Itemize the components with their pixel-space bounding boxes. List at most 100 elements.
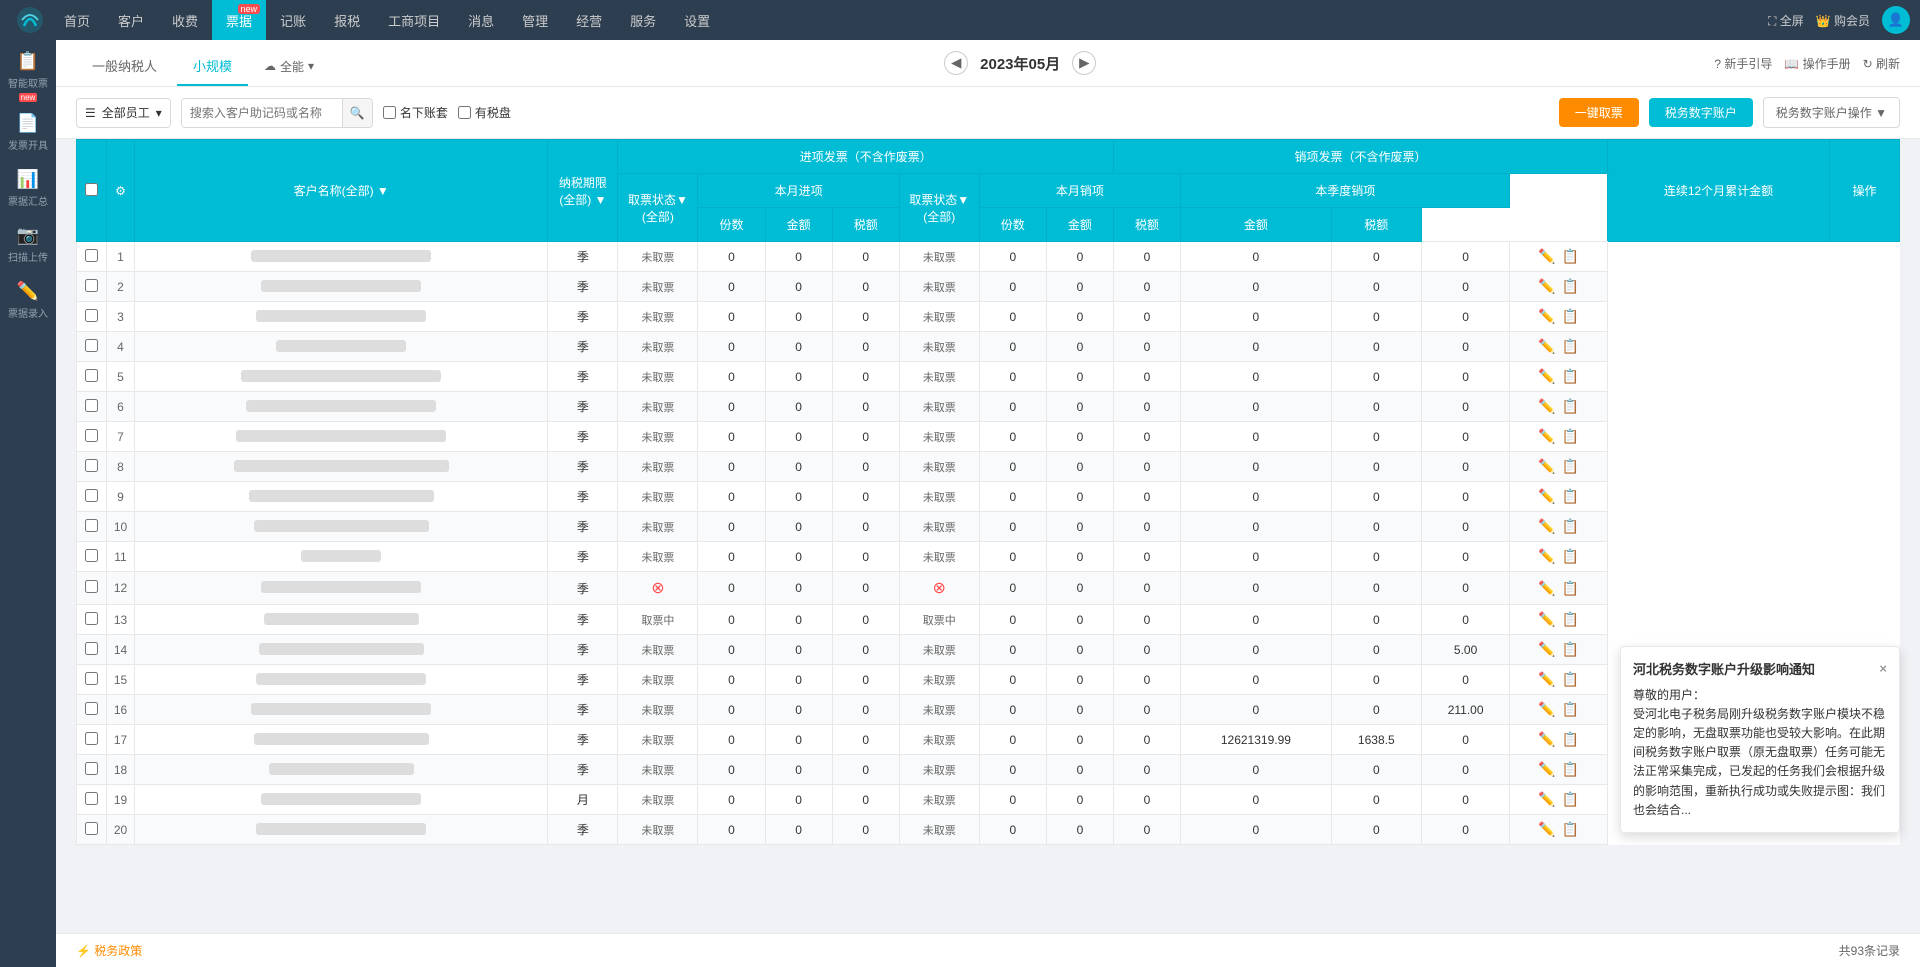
nav-ticket[interactable]: 票据 new xyxy=(212,0,266,40)
nav-industry[interactable]: 工商项目 xyxy=(374,0,454,40)
copy-icon[interactable]: 📋 xyxy=(1562,248,1579,265)
nav-settings[interactable]: 设置 xyxy=(670,0,724,40)
row-select-checkbox[interactable] xyxy=(85,549,98,562)
edit-icon[interactable]: ✏️ xyxy=(1538,611,1555,628)
th-customer-name[interactable]: 客户名称(全部) ▼ xyxy=(135,140,548,242)
copy-icon[interactable]: 📋 xyxy=(1562,791,1579,808)
edit-icon[interactable]: ✏️ xyxy=(1538,731,1555,748)
tax-digital-account-ops-btn[interactable]: 税务数字账户操作 ▼ xyxy=(1763,97,1900,128)
sidebar-item-invoice-open[interactable]: 📄 发票开具 xyxy=(0,104,56,160)
employee-filter[interactable]: ☰ 全部员工 ▾ xyxy=(76,98,171,128)
edit-icon[interactable]: ✏️ xyxy=(1538,641,1555,658)
new-guide-btn[interactable]: ? 新手引导 xyxy=(1714,55,1772,72)
search-input[interactable] xyxy=(182,106,342,120)
nav-fee[interactable]: 收费 xyxy=(158,0,212,40)
copy-icon[interactable]: 📋 xyxy=(1562,518,1579,535)
nav-manage[interactable]: 管理 xyxy=(508,0,562,40)
row-select-checkbox[interactable] xyxy=(85,612,98,625)
copy-icon[interactable]: 📋 xyxy=(1562,671,1579,688)
row-select-checkbox[interactable] xyxy=(85,249,98,262)
edit-icon[interactable]: ✏️ xyxy=(1538,518,1555,535)
copy-icon[interactable]: 📋 xyxy=(1562,308,1579,325)
row-select-checkbox[interactable] xyxy=(85,489,98,502)
subnav-general-taxpayer[interactable]: 一般纳税人 xyxy=(76,46,173,86)
row-select-checkbox[interactable] xyxy=(85,399,98,412)
copy-icon[interactable]: 📋 xyxy=(1562,458,1579,475)
th-output-status[interactable]: 取票状态▼(全部) xyxy=(899,174,979,242)
edit-icon[interactable]: ✏️ xyxy=(1538,368,1555,385)
nav-operation[interactable]: 经营 xyxy=(562,0,616,40)
my-accounts-checkbox[interactable]: 名下账套 xyxy=(383,104,448,121)
edit-icon[interactable]: ✏️ xyxy=(1538,671,1555,688)
row-select-checkbox[interactable] xyxy=(85,732,98,745)
edit-icon[interactable]: ✏️ xyxy=(1538,338,1555,355)
nav-home[interactable]: 首页 xyxy=(50,0,104,40)
sidebar-item-smart-ticket[interactable]: 📋 智能取票 new xyxy=(0,48,56,104)
th-tax-period[interactable]: 纳税期限(全部) ▼ xyxy=(548,140,618,242)
copy-icon[interactable]: 📋 xyxy=(1562,611,1579,628)
edit-icon[interactable]: ✏️ xyxy=(1538,821,1555,838)
select-all-checkbox[interactable] xyxy=(85,183,98,196)
row-select-checkbox[interactable] xyxy=(85,580,98,593)
edit-icon[interactable]: ✏️ xyxy=(1538,278,1555,295)
copy-icon[interactable]: 📋 xyxy=(1562,701,1579,718)
manual-btn[interactable]: 📖 操作手册 xyxy=(1784,55,1850,72)
subnav-all[interactable]: ☁ 全能 ▾ xyxy=(252,46,326,86)
nav-bookkeeping[interactable]: 记账 xyxy=(266,0,320,40)
edit-icon[interactable]: ✏️ xyxy=(1538,308,1555,325)
copy-icon[interactable]: 📋 xyxy=(1562,338,1579,355)
row-select-checkbox[interactable] xyxy=(85,279,98,292)
edit-icon[interactable]: ✏️ xyxy=(1538,488,1555,505)
row-select-checkbox[interactable] xyxy=(85,792,98,805)
row-select-checkbox[interactable] xyxy=(85,339,98,352)
refresh-btn[interactable]: ↻ 刷新 xyxy=(1863,55,1900,72)
edit-icon[interactable]: ✏️ xyxy=(1538,458,1555,475)
row-select-checkbox[interactable] xyxy=(85,519,98,532)
row-select-checkbox[interactable] xyxy=(85,762,98,775)
vip-btn[interactable]: 👑 购会员 xyxy=(1816,12,1870,29)
has-taxbox-checkbox[interactable]: 有税盘 xyxy=(458,104,511,121)
row-select-checkbox[interactable] xyxy=(85,822,98,835)
row-select-checkbox[interactable] xyxy=(85,702,98,715)
edit-icon[interactable]: ✏️ xyxy=(1538,428,1555,445)
row-select-checkbox[interactable] xyxy=(85,672,98,685)
tax-policy-link[interactable]: ⚡ 税务政策 xyxy=(76,942,142,959)
copy-icon[interactable]: 📋 xyxy=(1562,278,1579,295)
edit-icon[interactable]: ✏️ xyxy=(1538,548,1555,565)
nav-service[interactable]: 服务 xyxy=(616,0,670,40)
row-select-checkbox[interactable] xyxy=(85,309,98,322)
avatar[interactable]: 👤 xyxy=(1882,6,1910,34)
row-select-checkbox[interactable] xyxy=(85,642,98,655)
sidebar-item-ticket-summary[interactable]: 📊 票据汇总 xyxy=(0,160,56,216)
tax-digital-account-btn[interactable]: 税务数字账户 xyxy=(1649,98,1753,127)
th-input-status[interactable]: 取票状态▼(全部) xyxy=(618,174,698,242)
subnav-small-scale[interactable]: 小规模 xyxy=(177,46,248,86)
edit-icon[interactable]: ✏️ xyxy=(1538,580,1555,597)
copy-icon[interactable]: 📋 xyxy=(1562,398,1579,415)
edit-icon[interactable]: ✏️ xyxy=(1538,398,1555,415)
copy-icon[interactable]: 📋 xyxy=(1562,548,1579,565)
edit-icon[interactable]: ✏️ xyxy=(1538,701,1555,718)
period-next-btn[interactable]: ▶ xyxy=(1072,51,1096,75)
edit-icon[interactable]: ✏️ xyxy=(1538,791,1555,808)
row-select-checkbox[interactable] xyxy=(85,429,98,442)
period-prev-btn[interactable]: ◀ xyxy=(944,51,968,75)
copy-icon[interactable]: 📋 xyxy=(1562,488,1579,505)
search-button[interactable]: 🔍 xyxy=(342,98,372,128)
nav-tax[interactable]: 报税 xyxy=(320,0,374,40)
copy-icon[interactable]: 📋 xyxy=(1562,428,1579,445)
nav-message[interactable]: 消息 xyxy=(454,0,508,40)
row-select-checkbox[interactable] xyxy=(85,459,98,472)
sidebar-item-ticket-entry[interactable]: ✏️ 票据录入 xyxy=(0,272,56,328)
one-click-ticket-btn[interactable]: 一键取票 xyxy=(1559,98,1639,127)
copy-icon[interactable]: 📋 xyxy=(1562,761,1579,778)
edit-icon[interactable]: ✏️ xyxy=(1538,248,1555,265)
copy-icon[interactable]: 📋 xyxy=(1562,580,1579,597)
copy-icon[interactable]: 📋 xyxy=(1562,731,1579,748)
fullscreen-btn[interactable]: ⛶ 全屏 xyxy=(1768,12,1804,29)
copy-icon[interactable]: 📋 xyxy=(1562,641,1579,658)
notification-close-btn[interactable]: × xyxy=(1879,661,1887,676)
nav-customer[interactable]: 客户 xyxy=(104,0,158,40)
edit-icon[interactable]: ✏️ xyxy=(1538,761,1555,778)
copy-icon[interactable]: 📋 xyxy=(1562,368,1579,385)
